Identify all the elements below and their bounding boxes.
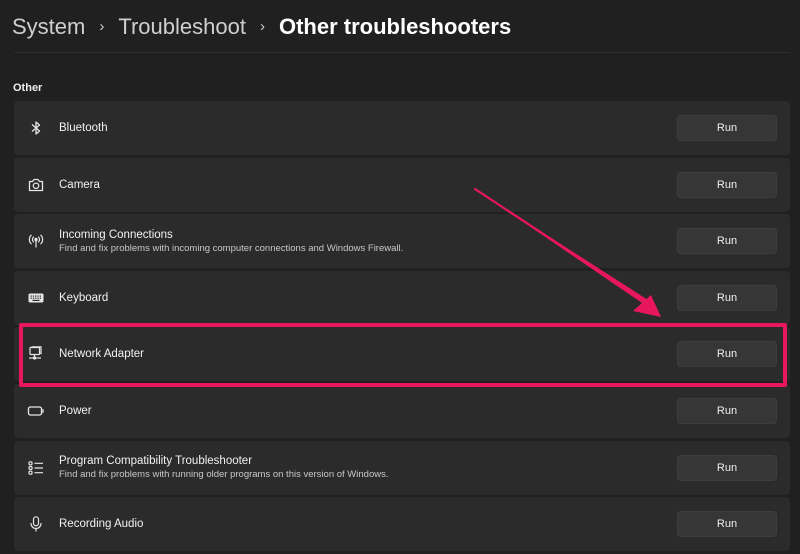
item-description: Find and fix problems with running older… [59,469,389,481]
run-button-network-adapter[interactable]: Run [677,341,777,368]
run-button-keyboard[interactable]: Run [677,284,777,311]
run-button-recording-audio[interactable]: Run [677,511,777,538]
microphone-icon [27,515,45,533]
troubleshooter-network-adapter: Network Adapter Run [14,327,790,382]
keyboard-icon [27,289,45,307]
run-button-camera[interactable]: Run [677,171,777,198]
item-title: Recording Audio [59,518,144,531]
run-button-program-compatibility[interactable]: Run [677,454,777,481]
breadcrumb: System › Troubleshoot › Other troublesho… [12,14,511,40]
battery-icon [27,402,45,420]
troubleshooter-bluetooth: Bluetooth Run [14,101,790,155]
run-button-bluetooth[interactable]: Run [677,115,777,141]
item-title: Bluetooth [59,122,108,134]
section-label: Other [13,82,43,94]
network-adapter-icon [27,345,45,363]
item-description: Find and fix problems with incoming comp… [59,242,404,254]
troubleshooter-incoming-connections: Incoming Connections Find and fix proble… [14,214,790,269]
run-button-incoming-connections[interactable]: Run [677,228,777,255]
item-title: Camera [59,178,100,191]
troubleshooter-recording-audio: Recording Audio Run [14,497,790,552]
breadcrumb-system[interactable]: System [12,14,85,40]
item-title: Incoming Connections [59,228,173,241]
antenna-icon [27,232,45,250]
troubleshooter-camera: Camera Run [14,157,790,212]
item-title: Power [59,404,92,417]
troubleshooter-keyboard: Keyboard Run [14,270,790,325]
run-button-power[interactable]: Run [677,397,777,424]
breadcrumb-troubleshoot[interactable]: Troubleshoot [118,14,246,40]
troubleshooter-list: Bluetooth Run Camera Run Incoming Connec… [14,101,790,554]
chevron-right-icon: › [99,17,105,35]
item-title: Network Adapter [59,348,145,361]
page-title: Other troubleshooters [278,14,512,39]
item-title: Program Compatibility Troubleshooter [59,455,253,468]
header-divider [14,52,790,53]
list-icon [27,459,45,477]
troubleshooter-program-compatibility: Program Compatibility Troubleshooter Fin… [14,440,790,495]
camera-icon [27,176,45,194]
item-title: Keyboard [59,291,109,304]
bluetooth-icon [27,119,45,137]
troubleshooter-power: Power Run [14,383,790,438]
chevron-right-icon: › [259,17,265,35]
